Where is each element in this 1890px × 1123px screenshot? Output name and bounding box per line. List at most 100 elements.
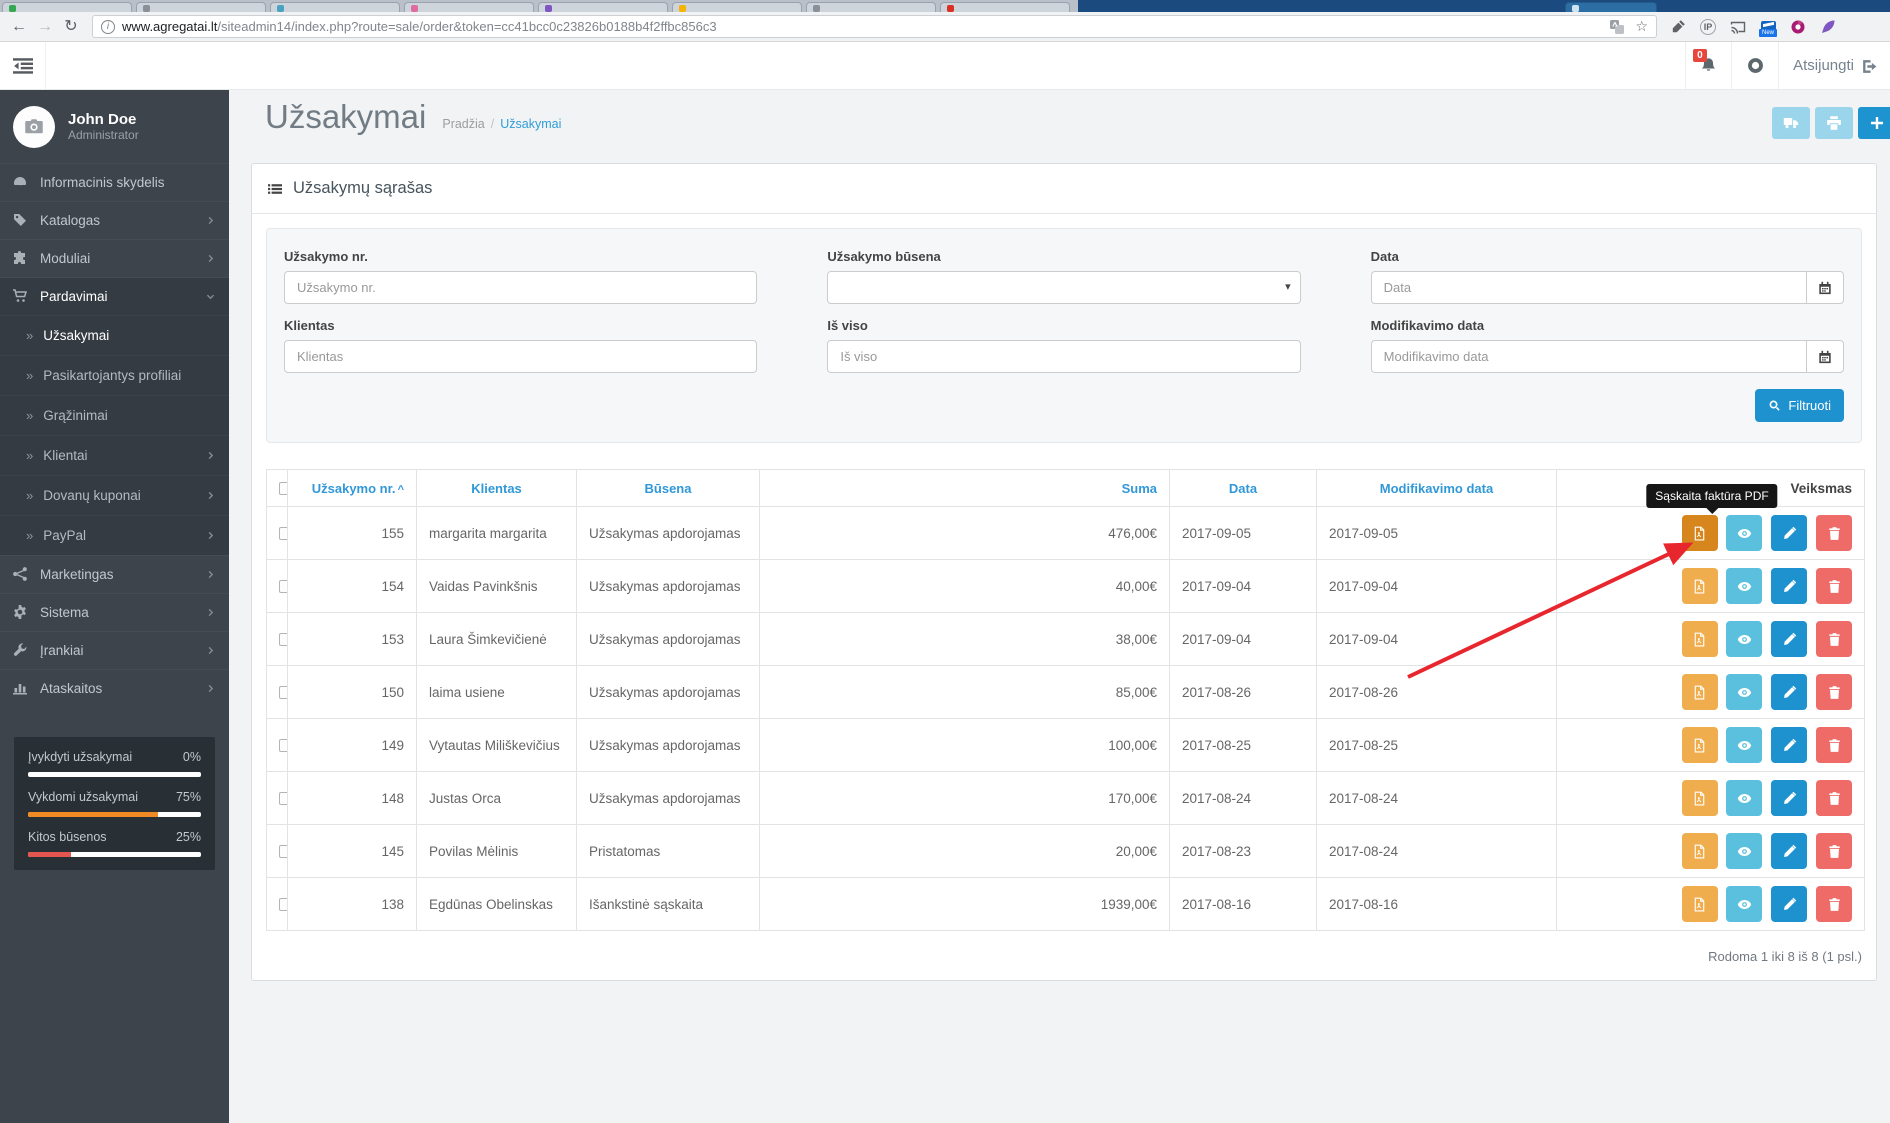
sidebar-item[interactable]: Katalogas	[0, 201, 229, 239]
delete-order-button[interactable]	[1816, 780, 1852, 816]
edit-order-button[interactable]	[1771, 886, 1808, 922]
print-invoice-button[interactable]	[1815, 107, 1853, 139]
invoice-pdf-button[interactable]	[1681, 515, 1718, 551]
sidebar-item[interactable]: Įrankiai	[0, 631, 229, 669]
order-status-select[interactable]	[827, 271, 1301, 304]
sort-customer-link[interactable]: Klientas	[471, 481, 522, 496]
sidebar-item[interactable]: Sistema	[0, 593, 229, 631]
browser-tab[interactable]	[538, 2, 668, 12]
browser-tab[interactable]	[940, 2, 1070, 12]
view-order-button[interactable]	[1726, 674, 1763, 710]
delete-order-button[interactable]	[1816, 886, 1852, 922]
view-order-button[interactable]	[1726, 515, 1763, 551]
browser-tab[interactable]	[404, 2, 534, 12]
edit-order-button[interactable]	[1771, 515, 1808, 551]
sidebar-subitem[interactable]: Užsakymai	[0, 315, 229, 355]
invoice-pdf-button[interactable]	[1681, 674, 1718, 710]
edit-order-button[interactable]	[1771, 568, 1808, 604]
invoice-pdf-button[interactable]	[1681, 621, 1718, 657]
view-order-button[interactable]	[1726, 833, 1763, 869]
row-checkbox[interactable]	[279, 632, 287, 646]
total-input[interactable]	[827, 340, 1301, 373]
delete-order-button[interactable]	[1816, 515, 1852, 551]
sidebar-item[interactable]: Moduliai	[0, 239, 229, 277]
date-modified-calendar-button[interactable]	[1806, 340, 1844, 373]
sort-total-link[interactable]: Suma	[1122, 481, 1157, 496]
edit-order-button[interactable]	[1771, 621, 1808, 657]
sidebar-item[interactable]: Ataskaitos	[0, 669, 229, 707]
browser-tab[interactable]	[2, 2, 132, 12]
add-order-button[interactable]	[1858, 107, 1890, 139]
invoice-pdf-button[interactable]	[1681, 780, 1718, 816]
sidebar-subitem[interactable]: Pasikartojantys profiliai	[0, 355, 229, 395]
browser-tab[interactable]	[270, 2, 400, 12]
sidebar-subitem[interactable]: Dovanų kuponai	[0, 475, 229, 515]
browser-tab-active[interactable]	[1565, 2, 1657, 12]
view-order-button[interactable]	[1726, 568, 1763, 604]
date-modified-input[interactable]	[1370, 340, 1806, 373]
delete-order-button[interactable]	[1816, 568, 1852, 604]
invoice-pdf-button[interactable]	[1681, 568, 1718, 604]
view-order-button[interactable]	[1726, 886, 1763, 922]
sidebar-subitem[interactable]: Grąžinimai	[0, 395, 229, 435]
delete-order-button[interactable]	[1816, 833, 1852, 869]
browser-tab[interactable]	[806, 2, 936, 12]
view-order-button[interactable]	[1726, 727, 1763, 763]
refresh-button[interactable]: ↻	[58, 13, 84, 41]
browser-tab[interactable]	[672, 2, 802, 12]
sidebar-item[interactable]: Informacinis skydelis	[0, 163, 229, 201]
view-order-button[interactable]	[1726, 621, 1763, 657]
filter-button[interactable]: Filtruoti	[1755, 389, 1844, 422]
swirl-extension-icon[interactable]	[1789, 18, 1807, 36]
browser-tab[interactable]	[136, 2, 266, 12]
forward-button[interactable]: →	[32, 13, 58, 41]
sidebar-subitem[interactable]: PayPal	[0, 515, 229, 555]
sidebar-subitem[interactable]: Klientai	[0, 435, 229, 475]
sort-order-nr-link[interactable]: Užsakymo nr. ^	[312, 481, 404, 496]
edit-order-button[interactable]	[1771, 833, 1808, 869]
breadcrumb-current[interactable]: Užsakymai	[500, 117, 561, 131]
date-calendar-button[interactable]	[1806, 271, 1844, 304]
breadcrumb-home[interactable]: Pradžia	[442, 117, 484, 131]
storefront-button[interactable]	[1731, 42, 1778, 89]
sort-status-link[interactable]: Būsena	[645, 481, 692, 496]
feather-extension-icon[interactable]	[1819, 18, 1837, 36]
cast-extension-icon[interactable]	[1729, 18, 1747, 36]
row-checkbox[interactable]	[279, 738, 287, 752]
customer-input[interactable]	[284, 340, 758, 373]
invoice-pdf-button[interactable]	[1681, 886, 1718, 922]
shipping-list-button[interactable]	[1772, 107, 1810, 139]
invoice-pdf-button[interactable]	[1681, 727, 1718, 763]
translate-icon[interactable]	[1609, 19, 1625, 35]
notifications-button[interactable]: 0	[1685, 42, 1731, 89]
invoice-pdf-button[interactable]	[1681, 833, 1718, 869]
row-checkbox[interactable]	[279, 844, 287, 858]
logout-button[interactable]: Atsijungti	[1778, 42, 1890, 89]
row-checkbox[interactable]	[279, 685, 287, 699]
row-checkbox[interactable]	[279, 579, 287, 593]
eyedropper-extension-icon[interactable]	[1669, 18, 1687, 36]
row-checkbox[interactable]	[279, 897, 287, 911]
ip-extension-icon[interactable]: IP	[1699, 18, 1717, 36]
select-all-checkbox[interactable]	[279, 481, 287, 495]
delete-order-button[interactable]	[1816, 727, 1852, 763]
delete-order-button[interactable]	[1816, 674, 1852, 710]
edit-order-button[interactable]	[1771, 780, 1808, 816]
sidebar-item[interactable]: Pardavimai	[0, 277, 229, 315]
page-info-icon[interactable]: i	[101, 19, 115, 34]
delete-order-button[interactable]	[1816, 621, 1852, 657]
row-checkbox[interactable]	[279, 526, 287, 540]
bookmark-star-icon[interactable]: ☆	[1635, 18, 1648, 35]
order-nr-input[interactable]	[284, 271, 758, 304]
view-order-button[interactable]	[1726, 780, 1763, 816]
url-bar[interactable]: i www.agregatai.lt /siteadmin14/index.ph…	[92, 15, 1657, 38]
back-button[interactable]: ←	[6, 13, 32, 41]
sort-date-link[interactable]: Data	[1229, 481, 1257, 496]
sort-date-modified-link[interactable]: Modifikavimo data	[1380, 481, 1493, 496]
row-checkbox[interactable]	[279, 791, 287, 805]
date-input[interactable]	[1370, 271, 1806, 304]
edit-order-button[interactable]	[1771, 674, 1808, 710]
sidebar-toggle-button[interactable]	[0, 42, 46, 89]
s-extension-icon[interactable]: New	[1759, 18, 1777, 37]
edit-order-button[interactable]	[1771, 727, 1808, 763]
